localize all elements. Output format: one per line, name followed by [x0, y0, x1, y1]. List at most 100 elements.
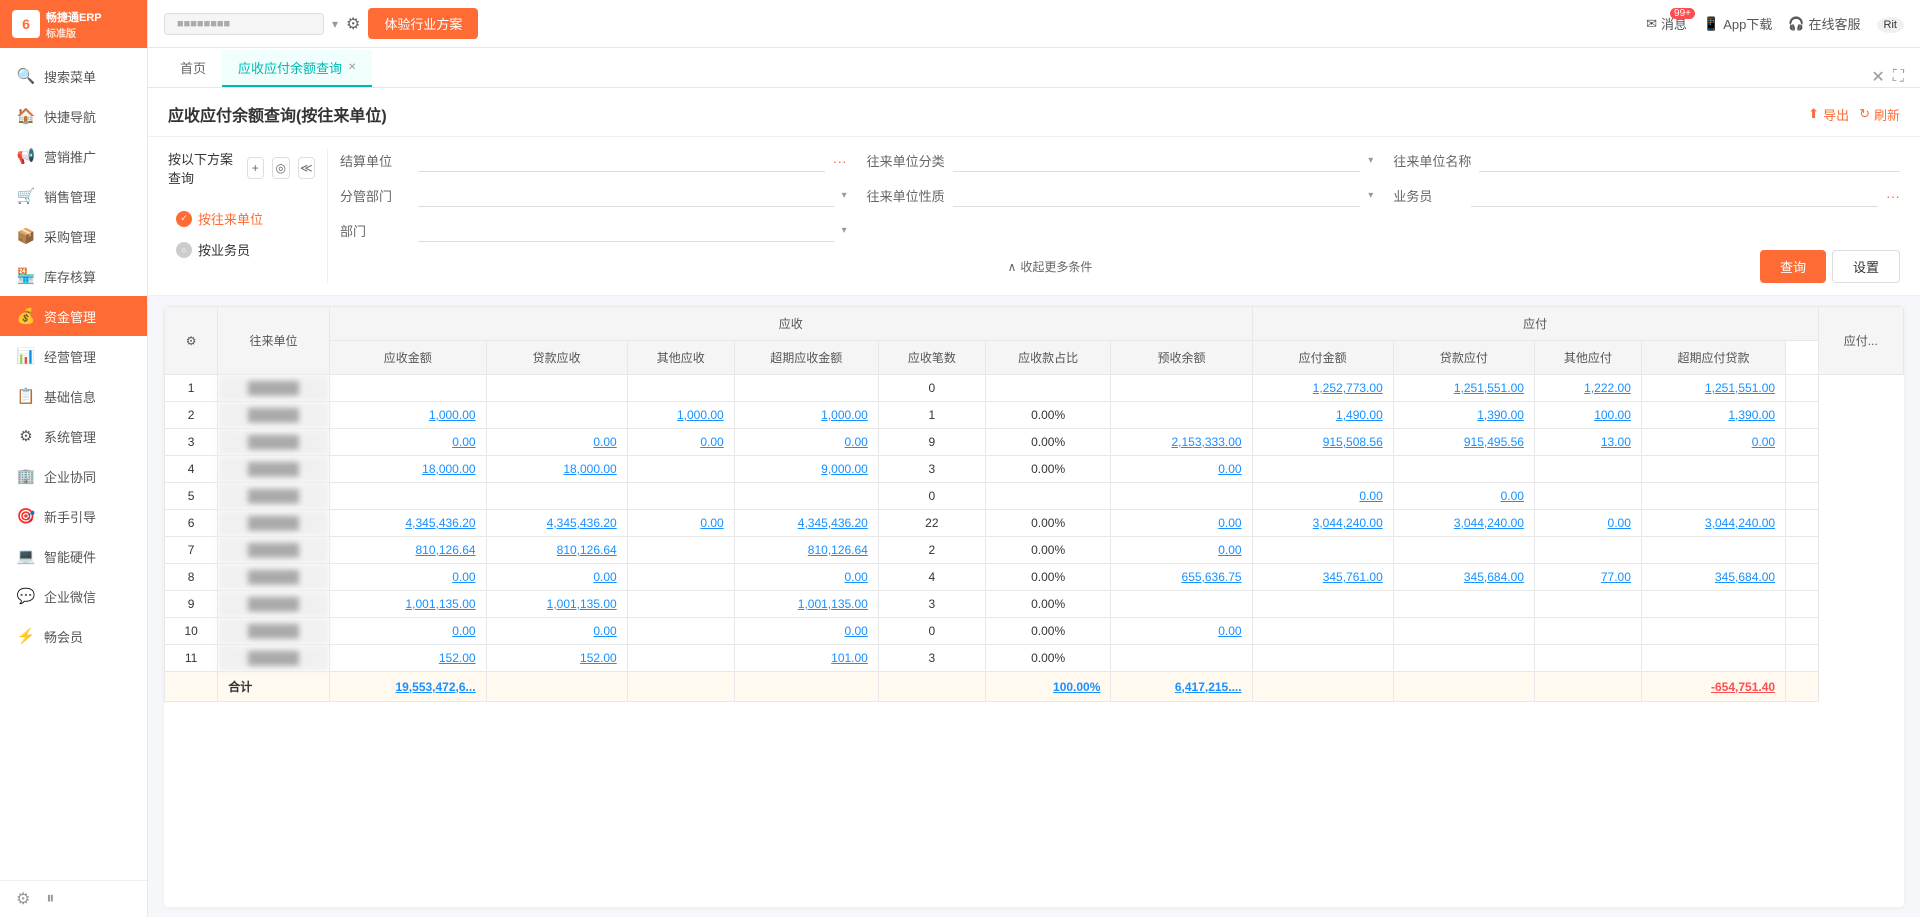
sidebar-item-marketing[interactable]: 📢 营销推广	[0, 136, 147, 176]
add-scheme-btn[interactable]: +	[247, 157, 265, 179]
message-button[interactable]: ✉ 消息 99+	[1646, 14, 1687, 33]
sidebar-item-finance[interactable]: 💰 资金管理	[0, 296, 147, 336]
user-info[interactable]: Rit	[1877, 16, 1904, 31]
set-button[interactable]: 设置	[1832, 250, 1900, 283]
gear-icon[interactable]: ⚙	[346, 14, 360, 34]
sidebar-item-sales[interactable]: 🛒 销售管理	[0, 176, 147, 216]
table-row: 3██████0.000.000.000.0090.00%2,153,333.0…	[165, 429, 1904, 456]
app-download-button[interactable]: 📱 App下载	[1703, 14, 1772, 33]
filter-fields-grid: 结算单位 ··· 往来单位分类 ▾ 往来单位名称	[340, 149, 1900, 242]
th-ap-loan: 贷款应付	[1393, 341, 1534, 375]
filter-row-dept: 分管部门 ▾	[340, 184, 847, 207]
close-window-icon[interactable]: ✕	[1871, 67, 1884, 87]
scheme-item-partner[interactable]: ✓ 按往来单位	[168, 205, 315, 232]
department-select[interactable]	[418, 219, 834, 242]
department-label: 部门	[340, 221, 410, 240]
dept-arrow-icon: ▾	[842, 190, 847, 201]
col-settings-icon: ⚙	[186, 334, 197, 348]
filter-right: 结算单位 ··· 往来单位分类 ▾ 往来单位名称	[340, 149, 1900, 283]
member-icon: ⚡	[16, 626, 36, 646]
sidebar-item-member[interactable]: ⚡ 畅会员	[0, 616, 147, 656]
th-ar-prepay: 预收余额	[1111, 341, 1252, 375]
table-row: 11██████152.00152.00101.0030.00%	[165, 645, 1904, 672]
filter-row-category: 往来单位分类 ▾	[867, 149, 1374, 172]
query-button[interactable]: 查询	[1760, 250, 1826, 283]
table-row: 5██████00.000.00	[165, 483, 1904, 510]
refresh-button[interactable]: ↻ 刷新	[1859, 105, 1900, 124]
collapse-icon[interactable]: ⏸	[46, 890, 54, 908]
partner-name-input[interactable]	[1479, 149, 1900, 172]
refresh-icon: ↻	[1859, 106, 1870, 122]
sidebar-item-smarthw[interactable]: 💻 智能硬件	[0, 536, 147, 576]
logo-text: 畅捷通ERP	[46, 9, 102, 25]
nature-select[interactable]	[953, 184, 1361, 207]
dropdown-icon[interactable]: ▾	[332, 17, 338, 31]
th-ar-count: 应收笔数	[878, 341, 985, 375]
filter-row-partnername: 往来单位名称	[1393, 149, 1900, 172]
filter-area: 按以下方案查询 + ◎ ≪ ✓ 按往来单位 ○ 按业务员	[148, 137, 1920, 296]
page-title: 应收应付余额查询(按往来单位)	[168, 102, 387, 126]
scheme-inactive-dot: ○	[176, 242, 192, 258]
salesperson-picker[interactable]: ···	[1886, 188, 1900, 204]
th-ar-amount: 应收金额	[329, 341, 486, 375]
sidebar-item-quicknav[interactable]: 🏠 快捷导航	[0, 96, 147, 136]
collapse-more-btn[interactable]: ∧ 收起更多条件	[1008, 258, 1093, 275]
th-ar-overdue: 超期应收金额	[734, 341, 878, 375]
salesperson-input[interactable]	[1471, 184, 1878, 207]
logo-sub: 标准版	[46, 25, 102, 40]
collapse-more-icon: ∧	[1008, 260, 1017, 274]
summary-ap-overdue[interactable]: -654,751.40	[1641, 672, 1785, 702]
dept-select[interactable]	[418, 184, 834, 207]
partner-cell: ██████	[218, 537, 330, 564]
filter-scheme-list: ✓ 按往来单位 ○ 按业务员	[168, 197, 315, 271]
top-header: ■■■■■■■■ ▾ ⚙ 体验行业方案 ✉ 消息 99+ 📱 App下载 🎧 在…	[148, 0, 1920, 48]
table-row: 9██████1,001,135.001,001,135.001,001,135…	[165, 591, 1904, 618]
sidebar: 6 畅捷通ERP 标准版 🔍 搜索菜单 🏠 快捷导航 📢 营销推广 🛒 销售管理…	[0, 0, 148, 917]
partner-name-label: 往来单位名称	[1393, 151, 1471, 170]
table-row: 2██████1,000.001,000.001,000.0010.00%1,4…	[165, 402, 1904, 429]
table-row: 1██████01,252,773.001,251,551.001,222.00…	[165, 375, 1904, 402]
sidebar-item-ent-wx[interactable]: 💬 企业微信	[0, 576, 147, 616]
sidebar-item-inventory[interactable]: 🏪 库存核算	[0, 256, 147, 296]
tab-close-icon[interactable]: ✕	[348, 62, 356, 73]
page-actions: ⬆ 导出 ↻ 刷新	[1808, 105, 1900, 124]
sidebar-item-baseinfo[interactable]: 📋 基础信息	[0, 376, 147, 416]
sidebar-item-purchase[interactable]: 📦 采购管理	[0, 216, 147, 256]
partner-category-select[interactable]	[953, 149, 1361, 172]
promo-button[interactable]: 体验行业方案	[368, 8, 478, 39]
partner-cell: ██████	[218, 645, 330, 672]
sidebar-nav: 🔍 搜索菜单 🏠 快捷导航 📢 营销推广 🛒 销售管理 📦 采购管理 🏪 库存核…	[0, 48, 147, 880]
settlement-unit-input[interactable]	[418, 149, 825, 172]
breadcrumb-area: ■■■■■■■■ ▾ ⚙ 体验行业方案	[164, 8, 1634, 39]
partner-cell: ██████	[218, 591, 330, 618]
th-partner: 往来单位	[218, 307, 330, 375]
th-settings[interactable]: ⚙	[165, 307, 218, 375]
maximize-window-icon[interactable]: ⛶	[1893, 68, 1904, 86]
collapse-scheme-btn[interactable]: ≪	[298, 157, 316, 179]
sidebar-item-newbie[interactable]: 🎯 新手引导	[0, 496, 147, 536]
edit-scheme-btn[interactable]: ◎	[272, 157, 290, 179]
sidebar-item-operation[interactable]: 📊 经营管理	[0, 336, 147, 376]
sidebar-logo: 6 畅捷通ERP 标准版	[0, 0, 147, 48]
summary-ar-ratio: 100.00%	[985, 672, 1111, 702]
th-ap-more: 应付...	[1818, 307, 1903, 375]
sidebar-item-system[interactable]: ⚙ 系统管理	[0, 416, 147, 456]
sidebar-item-search[interactable]: 🔍 搜索菜单	[0, 56, 147, 96]
online-service-button[interactable]: 🎧 在线客服	[1788, 14, 1860, 33]
summary-ar-amount[interactable]: 19,553,472,6...	[329, 672, 486, 702]
tab-home[interactable]: 首页	[164, 50, 222, 87]
sidebar-footer: ⚙ ⏸	[0, 880, 147, 917]
export-button[interactable]: ⬆ 导出	[1808, 105, 1849, 124]
window-controls: ✕ ⛶	[1871, 67, 1904, 87]
dept-label: 分管部门	[340, 186, 410, 205]
th-ar-group: 应收	[329, 307, 1252, 341]
settings-icon[interactable]: ⚙	[16, 889, 30, 909]
summary-ar-prepay[interactable]: 6,417,215....	[1111, 672, 1252, 702]
th-ap-amount: 应付金额	[1252, 341, 1393, 375]
sidebar-item-enterprise[interactable]: 🏢 企业协同	[0, 456, 147, 496]
tab-ar-ap[interactable]: 应收应付余额查询 ✕	[222, 50, 372, 87]
th-ap-overdue: 超期应付贷款	[1641, 341, 1785, 375]
finance-icon: 💰	[16, 306, 36, 326]
scheme-item-salesperson[interactable]: ○ 按业务员	[168, 236, 315, 263]
settlement-unit-picker[interactable]: ···	[833, 153, 847, 169]
